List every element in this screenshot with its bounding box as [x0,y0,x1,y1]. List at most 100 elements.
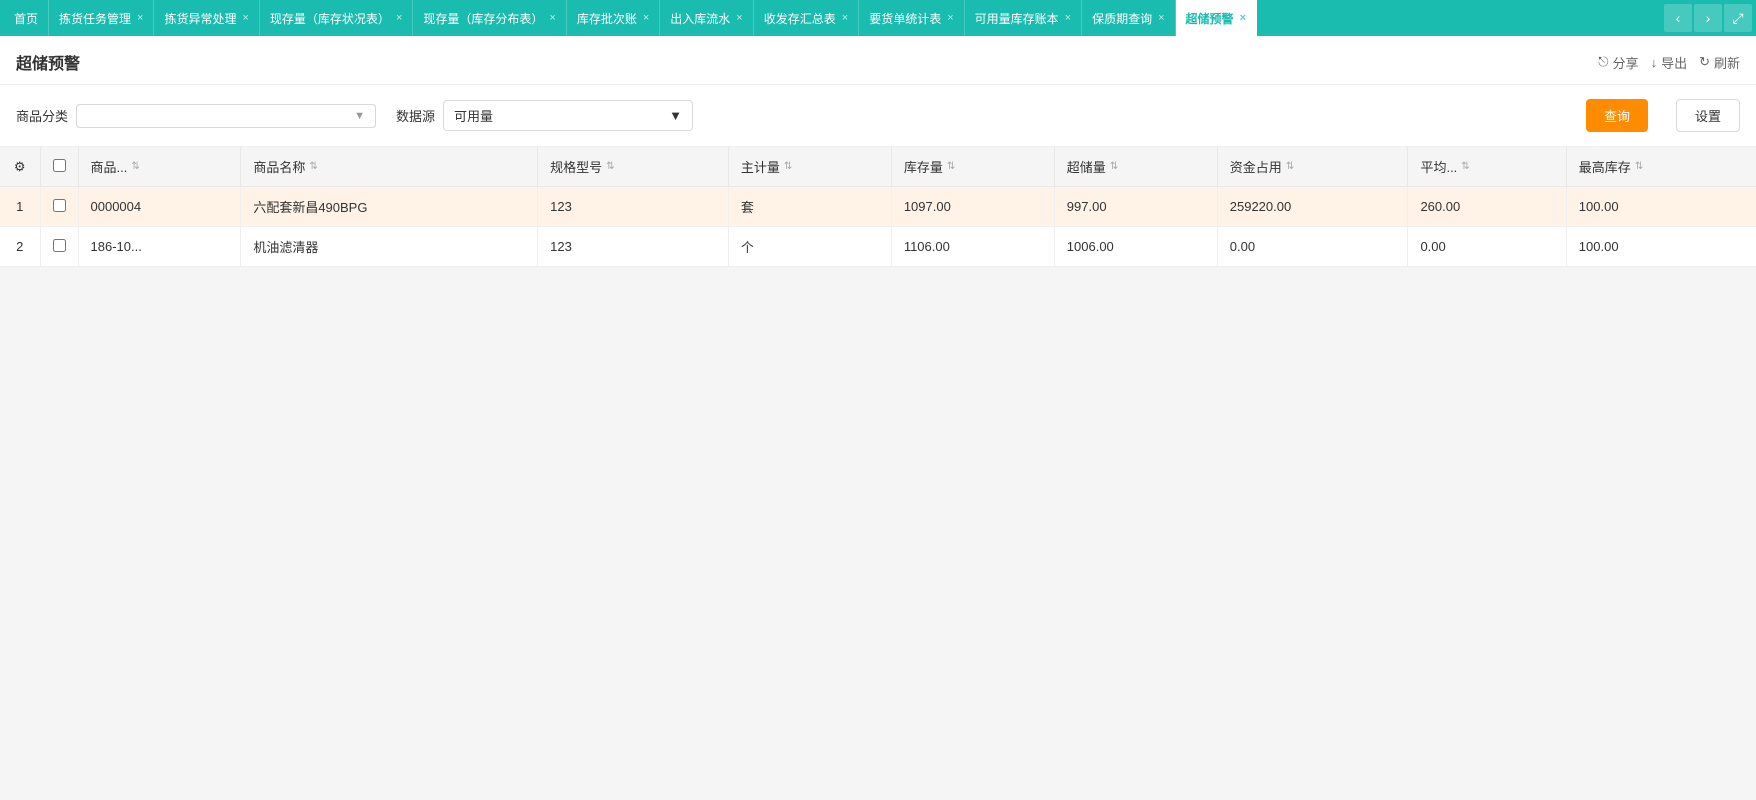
th-over-stock[interactable]: 超储量 ⇅ [1054,147,1217,187]
nav-tab-summary[interactable]: 收发存汇总表 × [754,0,859,36]
row-stock: 1106.00 [891,227,1054,267]
nav-tab-order-stats[interactable]: 要货单统计表 × [859,0,964,36]
top-navigation: 首页 拣货任务管理 × 拣货异常处理 × 现存量（库存状况表） × 现存量（库存… [0,0,1756,36]
sort-icon: ⇅ [1110,161,1118,172]
nav-tab-stock-dist[interactable]: 现存量（库存分布表） × [413,0,566,36]
chevron-down-icon: ▼ [669,108,682,123]
row-max-stock: 100.00 [1566,187,1756,227]
close-icon[interactable]: × [137,12,143,24]
sort-icon: ⇅ [131,161,139,172]
close-icon[interactable]: × [1065,12,1071,24]
row-stock: 1097.00 [891,187,1054,227]
category-select[interactable]: ▼ [76,104,376,128]
export-button[interactable]: ↓ 导出 [1651,53,1688,72]
setting-button[interactable]: 设置 [1676,99,1740,132]
th-checkbox [40,147,78,187]
row-sku-code: 0000004 [78,187,241,227]
export-icon: ↓ [1651,55,1658,70]
datasource-select[interactable]: 可用量 ▼ [443,100,693,131]
table-header-row: ⚙ 商品... ⇅ 商品名称 ⇅ [0,147,1756,187]
th-avg[interactable]: 平均... ⇅ [1408,147,1566,187]
query-button[interactable]: 查询 [1586,99,1648,132]
sort-icon: ⇅ [1635,161,1643,172]
row-spec: 123 [538,187,729,227]
nav-prev-button[interactable]: ‹ [1664,4,1692,32]
page-title: 超储预警 [16,50,80,74]
nav-expand-button[interactable]: ⤢ [1724,4,1752,32]
row-gear-cell: 1 [0,187,40,227]
sort-icon: ⇅ [309,161,317,172]
th-capital[interactable]: 资金占用 ⇅ [1217,147,1408,187]
table-row: 1 0000004 六配套新昌490BPG 123 套 1097.00 997.… [0,187,1756,227]
share-icon: ⎋ [1598,54,1608,70]
row-capital: 259220.00 [1217,187,1408,227]
sort-icon: ⇅ [1286,161,1294,172]
close-icon[interactable]: × [1240,12,1246,24]
table-container: ⚙ 商品... ⇅ 商品名称 ⇅ [0,147,1756,267]
category-filter: 商品分类 ▼ [16,104,376,128]
row-capital: 0.00 [1217,227,1408,267]
header-actions: ⎋ 分享 ↓ 导出 ↻ 刷新 [1598,53,1740,72]
close-icon[interactable]: × [549,12,555,24]
datasource-value: 可用量 [454,106,493,125]
row-gear-cell: 2 [0,227,40,267]
data-table: ⚙ 商品... ⇅ 商品名称 ⇅ [0,147,1756,267]
row-over-stock: 1006.00 [1054,227,1217,267]
table-row: 2 186-10... 机油滤清器 123 个 1106.00 1006.00 … [0,227,1756,267]
datasource-filter: 数据源 可用量 ▼ [396,100,693,131]
close-icon[interactable]: × [1158,12,1164,24]
row-spec: 123 [538,227,729,267]
row-checkbox-cell[interactable] [40,187,78,227]
page-container: 超储预警 ⎋ 分享 ↓ 导出 ↻ 刷新 商品分类 ▼ 数据源 [0,36,1756,267]
row-over-stock: 997.00 [1054,187,1217,227]
sort-icon: ⇅ [947,161,955,172]
row-sku-code: 186-10... [78,227,241,267]
close-icon[interactable]: × [643,12,649,24]
th-max-stock[interactable]: 最高库存 ⇅ [1566,147,1756,187]
datasource-label: 数据源 [396,106,435,125]
select-all-checkbox[interactable] [53,159,66,172]
th-unit[interactable]: 主计量 ⇅ [728,147,891,187]
nav-tab-home[interactable]: 首页 [4,0,49,36]
nav-tab-available[interactable]: 可用量库存账本 × [965,0,1082,36]
row-sku-name: 六配套新昌490BPG [241,187,538,227]
share-button[interactable]: ⎋ 分享 [1598,53,1638,72]
sort-icon: ⇅ [1461,161,1469,172]
nav-tab-inout[interactable]: 出入库流水 × [660,0,753,36]
row-unit: 个 [728,227,891,267]
chevron-down-icon: ▼ [354,110,365,122]
close-icon[interactable]: × [396,12,402,24]
th-sku-code[interactable]: 商品... ⇅ [78,147,241,187]
nav-tab-expiry[interactable]: 保质期查询 × [1082,0,1175,36]
nav-tab-stock-status[interactable]: 现存量（库存状况表） × [260,0,413,36]
th-gear: ⚙ [0,147,40,187]
row-sku-name: 机油滤清器 [241,227,538,267]
nav-tab-pick-exception[interactable]: 拣货异常处理 × [154,0,259,36]
gear-icon[interactable]: ⚙ [14,159,26,174]
close-icon[interactable]: × [242,12,248,24]
nav-arrows: ‹ › ⤢ [1662,4,1752,32]
row-unit: 套 [728,187,891,227]
close-icon[interactable]: × [736,12,742,24]
nav-tab-pick-task[interactable]: 拣货任务管理 × [49,0,154,36]
row-checkbox[interactable] [53,239,66,252]
row-checkbox[interactable] [53,199,66,212]
close-icon[interactable]: × [947,12,953,24]
nav-next-button[interactable]: › [1694,4,1722,32]
filter-area: 商品分类 ▼ 数据源 可用量 ▼ 查询 设置 [0,85,1756,147]
row-checkbox-cell[interactable] [40,227,78,267]
th-stock[interactable]: 库存量 ⇅ [891,147,1054,187]
row-avg: 0.00 [1408,227,1566,267]
refresh-icon: ↻ [1699,54,1710,70]
nav-tab-overstock[interactable]: 超储预警 × [1176,0,1257,36]
sort-icon: ⇅ [606,161,614,172]
nav-tab-batch[interactable]: 库存批次账 × [567,0,660,36]
close-icon[interactable]: × [842,12,848,24]
row-max-stock: 100.00 [1566,227,1756,267]
page-header: 超储预警 ⎋ 分享 ↓ 导出 ↻ 刷新 [0,36,1756,85]
row-avg: 260.00 [1408,187,1566,227]
refresh-button[interactable]: ↻ 刷新 [1699,53,1740,72]
category-label: 商品分类 [16,106,68,125]
th-spec[interactable]: 规格型号 ⇅ [538,147,729,187]
th-sku-name[interactable]: 商品名称 ⇅ [241,147,538,187]
